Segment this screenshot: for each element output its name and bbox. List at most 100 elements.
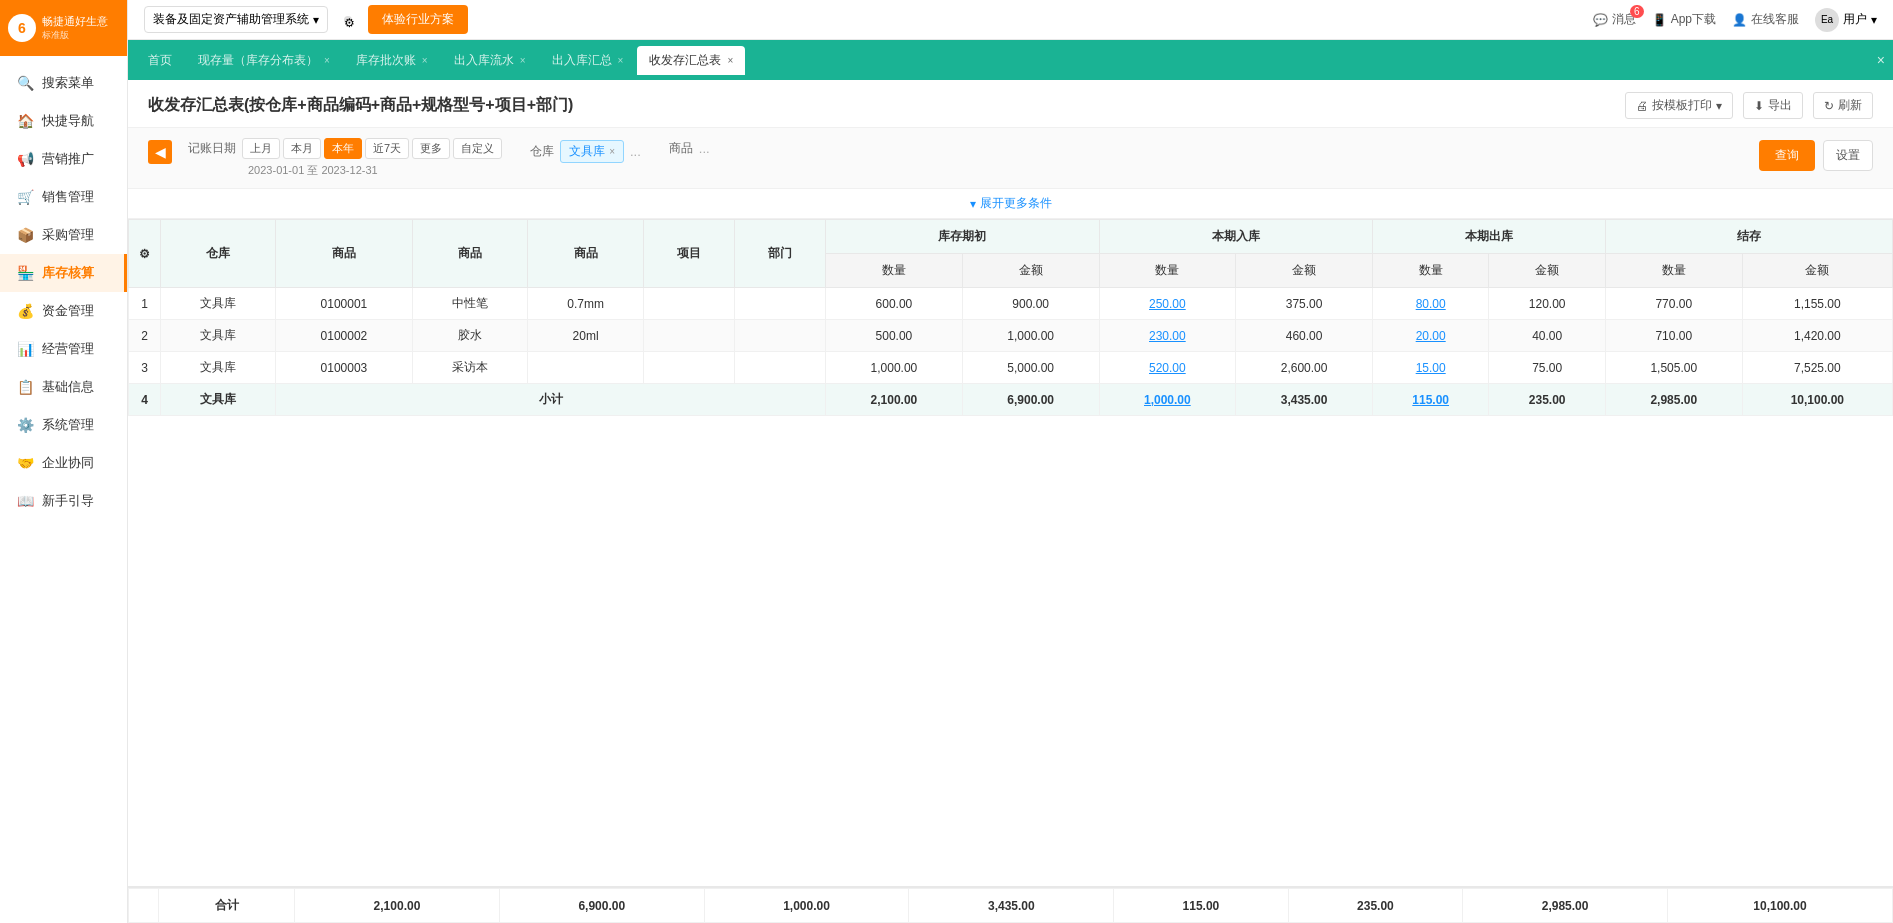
query-button[interactable]: 查询 (1759, 140, 1815, 171)
sidebar-item-guide[interactable]: 📖 新手引导 (0, 482, 127, 520)
tab-inout-summary[interactable]: 出入库汇总 × (540, 46, 636, 75)
inventory-icon: 🏪 (16, 264, 34, 282)
subtotal-out-qty[interactable]: 115.00 (1372, 384, 1489, 416)
sidebar-item-system[interactable]: ⚙️ 系统管理 (0, 406, 127, 444)
sidebar-item-sales[interactable]: 🛒 销售管理 (0, 178, 127, 216)
sidebar-item-finance[interactable]: 💰 资金管理 (0, 292, 127, 330)
subtotal-in-amt: 3,435.00 (1236, 384, 1373, 416)
col-settings-header[interactable]: ⚙ (129, 220, 161, 288)
row-in-qty[interactable]: 250.00 (1099, 288, 1236, 320)
system-select[interactable]: 装备及固定资产辅助管理系统 ▾ (144, 6, 328, 33)
home-icon: 🏠 (16, 112, 34, 130)
sidebar-item-purchase[interactable]: 📦 采购管理 (0, 216, 127, 254)
row-in-qty[interactable]: 520.00 (1099, 352, 1236, 384)
tab-inventory-dist-close[interactable]: × (324, 55, 330, 66)
col-project-header: 项目 (644, 220, 735, 288)
row-out-amt: 75.00 (1489, 352, 1606, 384)
row-opening-amt: 900.00 (962, 288, 1099, 320)
table-settings-icon[interactable]: ⚙ (139, 247, 150, 261)
date-btn-7days[interactable]: 近7天 (365, 138, 409, 159)
row-goods-code: 0100001 (276, 288, 413, 320)
subtotal-opening-qty: 2,100.00 (826, 384, 963, 416)
row-in-qty[interactable]: 230.00 (1099, 320, 1236, 352)
subtotal-in-qty[interactable]: 1,000.00 (1099, 384, 1236, 416)
date-btn-custom[interactable]: 自定义 (453, 138, 502, 159)
service-icon: 👤 (1732, 13, 1747, 27)
warehouse-more[interactable]: ... (630, 144, 641, 159)
subtotal-opening-amt: 6,900.00 (962, 384, 1099, 416)
sidebar-item-marketing[interactable]: 📢 营销推广 (0, 140, 127, 178)
subtotal-closing-amt: 10,100.00 (1742, 384, 1892, 416)
date-btn-this-month[interactable]: 本月 (283, 138, 321, 159)
refresh-button[interactable]: ↻ 刷新 (1813, 92, 1873, 119)
goods-more[interactable]: ... (699, 141, 710, 156)
service-action[interactable]: 👤 在线客服 (1732, 11, 1799, 28)
date-range: 2023-01-01 至 2023-12-31 (248, 163, 502, 178)
date-btn-last-month[interactable]: 上月 (242, 138, 280, 159)
total-closing-amt: 10,100.00 (1667, 889, 1892, 923)
filter-collapse-btn[interactable]: ◀ (148, 140, 172, 164)
col-opening-qty-header: 数量 (826, 254, 963, 288)
col-goods-spec-header: 商品 (527, 220, 643, 288)
row-out-qty[interactable]: 20.00 (1372, 320, 1489, 352)
message-badge: 6 (1630, 5, 1644, 18)
sidebar-item-system-label: 系统管理 (42, 416, 94, 434)
user-menu[interactable]: Ea 用户 ▾ (1815, 8, 1877, 32)
sidebar: 6 畅捷通好生意 标准版 🔍 搜索菜单 🏠 快捷导航 📢 营销推广 🛒 销售管理… (0, 0, 128, 923)
tab-inout-flow-close[interactable]: × (520, 55, 526, 66)
warehouse-tag-close[interactable]: × (609, 146, 615, 157)
close-all-tabs[interactable]: × (1877, 52, 1885, 68)
sidebar-item-basic[interactable]: 📋 基础信息 (0, 368, 127, 406)
settings-icon[interactable]: ⚙ (344, 16, 352, 24)
data-table-container: ⚙ 仓库 商品 商品 商品 项目 部门 库存期初 本期入库 本期出库 结存 (128, 219, 1893, 886)
date-btn-more[interactable]: 更多 (412, 138, 450, 159)
row-out-qty[interactable]: 80.00 (1372, 288, 1489, 320)
topbar: 装备及固定资产辅助管理系统 ▾ ⚙ 体验行业方案 💬 消息 6 📱 App下载 … (128, 0, 1893, 40)
tab-recv-send-summary-close[interactable]: × (727, 55, 733, 66)
row-out-amt: 120.00 (1489, 288, 1606, 320)
filter-bar: ◀ 记账日期 上月 本月 本年 近7天 更多 自定义 2023-01-01 至 … (128, 127, 1893, 189)
tab-inventory-dist[interactable]: 现存量（库存分布表） × (186, 46, 342, 75)
topbar-actions: 💬 消息 6 📱 App下载 👤 在线客服 Ea 用户 ▾ (1593, 8, 1877, 32)
row-out-qty[interactable]: 15.00 (1372, 352, 1489, 384)
sidebar-item-corp[interactable]: 🤝 企业协同 (0, 444, 127, 482)
print-button[interactable]: 🖨 按模板打印 ▾ (1625, 92, 1733, 119)
sidebar-item-search[interactable]: 🔍 搜索菜单 (0, 64, 127, 102)
message-action[interactable]: 💬 消息 6 (1593, 11, 1636, 28)
expand-row: ▾ 展开更多条件 (128, 189, 1893, 219)
date-filter-section: 记账日期 上月 本月 本年 近7天 更多 自定义 2023-01-01 至 20… (188, 138, 502, 178)
user-label: 用户 (1843, 11, 1867, 28)
app-download-action[interactable]: 📱 App下载 (1652, 11, 1716, 28)
row-opening-amt: 5,000.00 (962, 352, 1099, 384)
sidebar-item-inventory[interactable]: 🏪 库存核算 (0, 254, 127, 292)
expand-conditions-btn[interactable]: ▾ 展开更多条件 (970, 195, 1052, 212)
data-table: ⚙ 仓库 商品 商品 商品 项目 部门 库存期初 本期入库 本期出库 结存 (128, 219, 1893, 416)
page-header-row: 收发存汇总表(按仓库+商品编码+商品+规格型号+项目+部门) 🖨 按模板打印 ▾… (128, 80, 1893, 127)
main-area: 装备及固定资产辅助管理系统 ▾ ⚙ 体验行业方案 💬 消息 6 📱 App下载 … (128, 0, 1893, 923)
filter-settings-button[interactable]: 设置 (1823, 140, 1873, 171)
tab-inout-flow[interactable]: 出入库流水 × (442, 46, 538, 75)
sidebar-item-quicknav[interactable]: 🏠 快捷导航 (0, 102, 127, 140)
row-goods-code: 0100002 (276, 320, 413, 352)
tab-batch[interactable]: 库存批次账 × (344, 46, 440, 75)
sidebar-menu: 🔍 搜索菜单 🏠 快捷导航 📢 营销推广 🛒 销售管理 📦 采购管理 🏪 库存核… (0, 56, 127, 923)
tab-inout-summary-close[interactable]: × (618, 55, 624, 66)
total-in-amt: 3,435.00 (909, 889, 1114, 923)
experience-button[interactable]: 体验行业方案 (368, 5, 468, 34)
row-opening-amt: 1,000.00 (962, 320, 1099, 352)
row-goods-name: 中性笔 (412, 288, 527, 320)
tab-batch-close[interactable]: × (422, 55, 428, 66)
tab-home[interactable]: 首页 (136, 46, 184, 75)
chevron-down-icon: ▾ (313, 13, 319, 27)
sidebar-item-operation[interactable]: 📊 经营管理 (0, 330, 127, 368)
date-btn-this-year[interactable]: 本年 (324, 138, 362, 159)
tab-recv-send-summary[interactable]: 收发存汇总表 × (637, 46, 745, 75)
table-row: 1 文具库 0100001 中性笔 0.7mm 600.00 900.00 25… (129, 288, 1893, 320)
export-icon: ⬇ (1754, 99, 1764, 113)
corp-icon: 🤝 (16, 454, 34, 472)
row-closing-qty: 1,505.00 (1605, 352, 1742, 384)
export-button[interactable]: ⬇ 导出 (1743, 92, 1803, 119)
search-icon: 🔍 (16, 74, 34, 92)
refresh-icon: ↻ (1824, 99, 1834, 113)
row-goods-spec (527, 352, 643, 384)
